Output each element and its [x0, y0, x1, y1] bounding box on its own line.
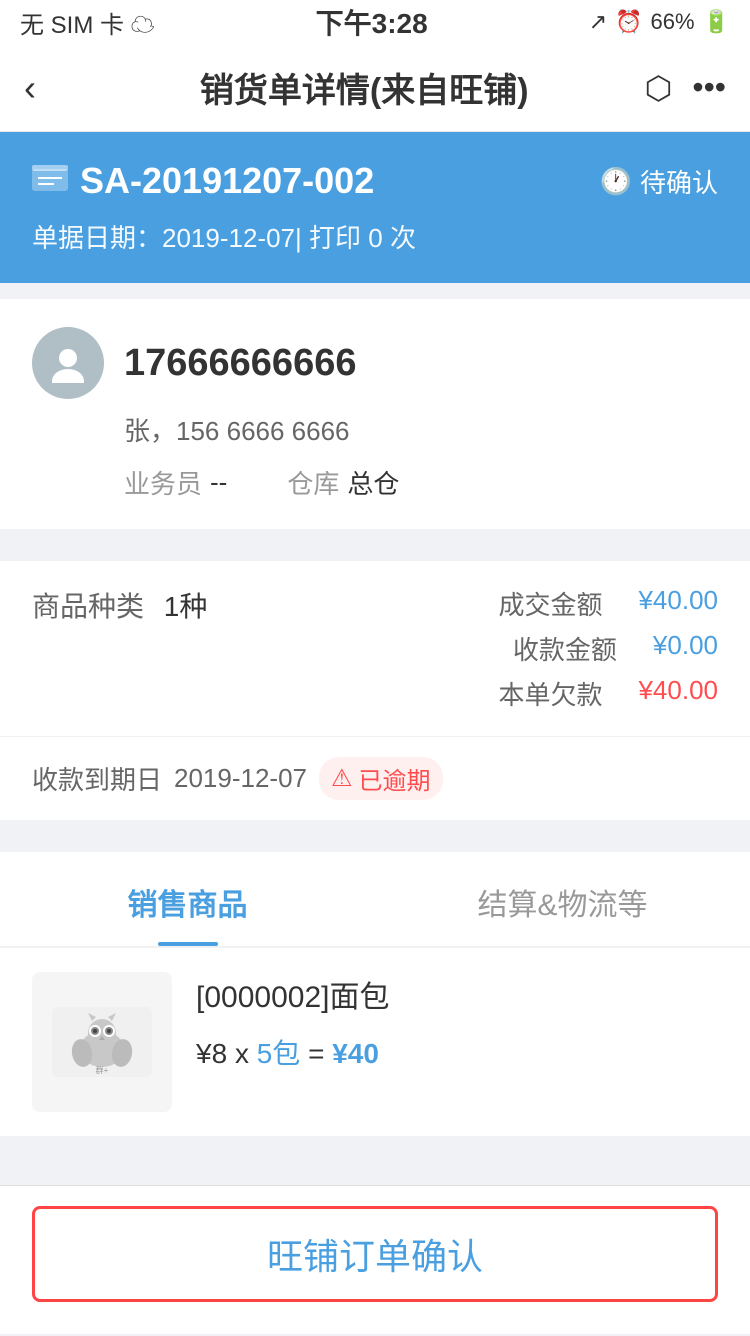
page-title: 销货单详情(来自旺铺) [84, 63, 644, 112]
customer-section: 17666666666 张，156 6666 6666 业务员 -- 仓库 总仓 [0, 299, 750, 529]
product-total: ¥40 [332, 1038, 379, 1069]
tabs-container: 销售商品 结算&物流等 [0, 852, 750, 947]
battery-icon: 🔋 [703, 9, 730, 35]
order-id: SA-20191207-002 [32, 160, 374, 202]
order-icon [32, 160, 68, 202]
customer-phone: 17666666666 [124, 342, 356, 385]
product-info: [0000002]面包 ¥8 x 5包 = ¥40 [196, 972, 718, 1072]
deal-amount-label: 成交金额 [498, 585, 602, 622]
confirm-order-button[interactable]: 旺铺订单确认 [32, 1206, 718, 1302]
clock-icon: 🕐 [600, 166, 632, 197]
status-bar-left: 无 SIM 卡 ☁ [20, 5, 155, 40]
received-value: ¥0.00 [653, 630, 718, 667]
product-type-value: 1种 [164, 591, 208, 622]
avatar [32, 327, 104, 399]
warehouse-label: 仓库 [287, 464, 339, 501]
product-type-label: 商品种类 [32, 591, 144, 622]
product-type-block: 商品种类 1种 [32, 585, 207, 625]
overdue-badge: ⚠ 已逾期 [319, 757, 443, 800]
order-header: SA-20191207-002 🕐 待确认 单据日期：2019-12-07| 打… [0, 132, 750, 283]
product-image: 群+ [32, 972, 172, 1112]
order-date: 单据日期：2019-12-07| 打印 0 次 [32, 218, 718, 255]
owed-value: ¥40.00 [638, 675, 718, 712]
status-bar-time: 下午3:28 [316, 2, 428, 42]
warehouse-value: 总仓 [347, 464, 399, 501]
tab-products[interactable]: 销售商品 [0, 852, 375, 946]
share-icon[interactable]: ⬡ [644, 69, 672, 107]
product-item: 群+ [0000002]面包 ¥8 x 5包 = ¥40 [32, 972, 718, 1112]
warning-icon: ⚠ [331, 764, 353, 793]
location-icon: ↗ [589, 9, 607, 35]
due-label: 收款到期日 [32, 760, 162, 797]
multiply-sign: x [235, 1038, 249, 1069]
equals-sign: = [308, 1038, 324, 1069]
section-divider-2 [0, 820, 750, 836]
product-qty: 5包 [257, 1038, 301, 1069]
tab-settlement[interactable]: 结算&物流等 [375, 852, 750, 946]
battery-level: 66% [651, 9, 695, 35]
sim-status: 无 SIM 卡 ☁ [20, 5, 155, 40]
sales-value: -- [210, 467, 227, 498]
price-value: ¥8 [196, 1038, 227, 1069]
owed-label: 本单欠款 [498, 675, 602, 712]
svg-text:群+: 群+ [96, 1065, 109, 1075]
customer-name: 张，156 6666 6666 [124, 411, 718, 448]
section-divider-1 [0, 529, 750, 545]
summary-amounts: 成交金额 ¥40.00 收款金额 ¥0.00 本单欠款 ¥40.00 [498, 585, 718, 712]
product-section: 群+ [0000002]面包 ¥8 x 5包 = ¥40 [0, 948, 750, 1136]
status-bar: 无 SIM 卡 ☁ 下午3:28 ↗ ⏰ 66% 🔋 [0, 0, 750, 44]
alarm-icon: ⏰ [615, 9, 642, 35]
nav-bar: ‹ 销货单详情(来自旺铺) ⬡ ••• [0, 44, 750, 132]
due-date: 2019-12-07 [174, 763, 307, 794]
order-status: 🕐 待确认 [600, 163, 718, 200]
received-label: 收款金额 [513, 630, 617, 667]
nav-right-actions: ⬡ ••• [644, 69, 726, 107]
sales-label: 业务员 [124, 464, 202, 501]
customer-meta: 业务员 -- 仓库 总仓 [124, 464, 718, 501]
back-button[interactable]: ‹ [24, 67, 84, 109]
deal-amount-value: ¥40.00 [638, 585, 718, 622]
more-icon[interactable]: ••• [692, 69, 726, 106]
summary-section: 商品种类 1种 成交金额 ¥40.00 收款金额 ¥0.00 本单欠款 ¥40.… [0, 561, 750, 736]
product-price: ¥8 x 5包 = ¥40 [196, 1032, 718, 1072]
confirm-button-container: 旺铺订单确认 [0, 1185, 750, 1334]
product-name: [0000002]面包 [196, 972, 718, 1016]
due-section: 收款到期日 2019-12-07 ⚠ 已逾期 [0, 737, 750, 820]
status-bar-right: ↗ ⏰ 66% 🔋 [589, 9, 730, 35]
